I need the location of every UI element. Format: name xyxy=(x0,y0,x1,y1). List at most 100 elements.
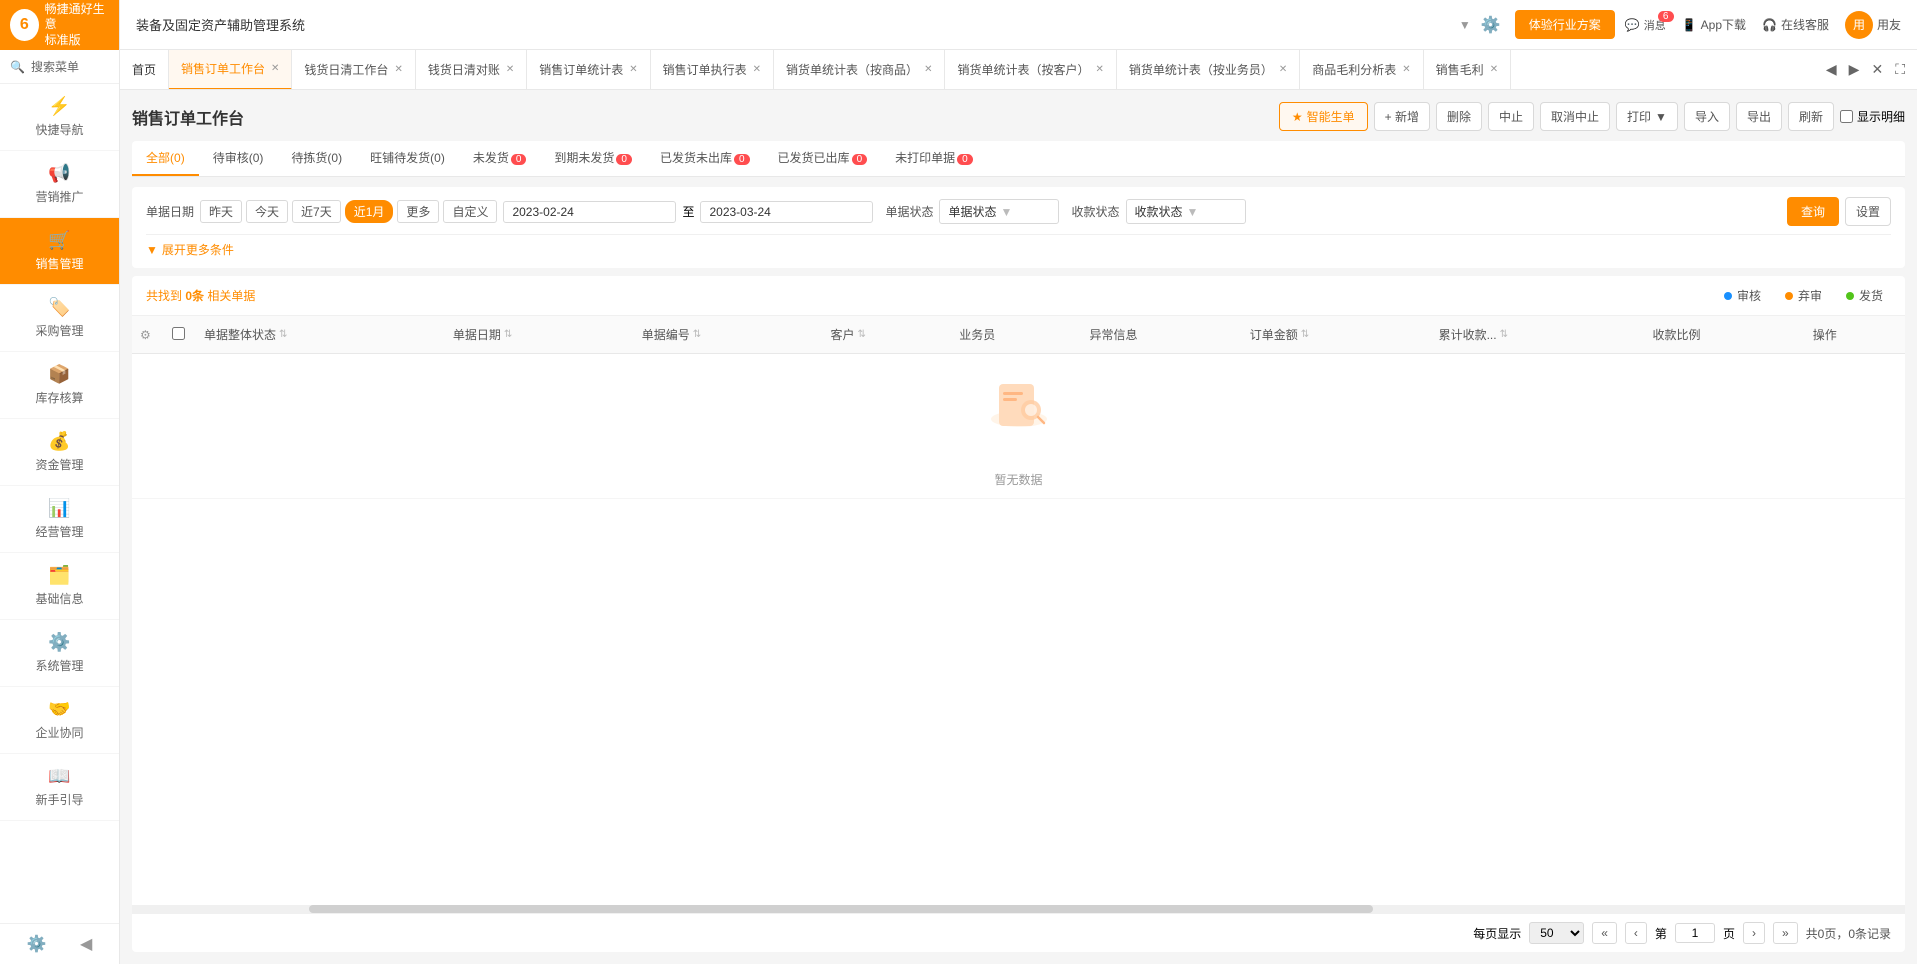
delete-button[interactable]: 删除 xyxy=(1436,102,1482,131)
scrollbar-thumb[interactable] xyxy=(309,905,1373,913)
tab-sales-more[interactable]: 销售毛利 ✕ xyxy=(1424,50,1511,90)
pause-button[interactable]: 中止 xyxy=(1488,102,1534,131)
filter-tab-not-printed[interactable]: 未打印单据0 xyxy=(881,141,987,176)
tab-sales-stats[interactable]: 销售订单统计表 ✕ xyxy=(527,50,650,90)
date-btn-today[interactable]: 今天 xyxy=(246,200,288,223)
tab-close-icon[interactable]: ✕ xyxy=(1490,64,1498,75)
sort-icon[interactable]: ⇅ xyxy=(1500,329,1508,340)
next-page-btn[interactable]: › xyxy=(1743,922,1765,944)
prev-page-btn[interactable]: ‹ xyxy=(1625,922,1647,944)
first-page-btn[interactable]: « xyxy=(1592,922,1617,944)
sidebar-nav-item-purchase[interactable]: 🏷️ 采购管理 xyxy=(0,285,119,352)
tab-close-all-btn[interactable]: ✕ xyxy=(1867,59,1887,80)
expand-btn[interactable]: ▼ 展开更多条件 xyxy=(146,241,1891,258)
scrollbar-track[interactable] xyxy=(132,905,1905,913)
date-btn-custom[interactable]: 自定义 xyxy=(443,200,497,223)
filter-tab-shipped-in[interactable]: 已发货未出库0 xyxy=(646,141,764,176)
per-page-select[interactable]: 50 100 200 xyxy=(1529,922,1584,944)
tab-cash-daily[interactable]: 钱货日清工作台 ✕ xyxy=(292,50,415,90)
filter-tab-not-shipped[interactable]: 未发货0 xyxy=(459,141,541,176)
app-download-item[interactable]: 📱 App下载 xyxy=(1682,16,1746,33)
tab-close-icon[interactable]: ✕ xyxy=(506,64,514,75)
tab-close-icon[interactable]: ✕ xyxy=(753,64,761,75)
sidebar-nav-item-basic-info[interactable]: 🗂️ 基础信息 xyxy=(0,553,119,620)
tab-close-icon[interactable]: ✕ xyxy=(394,64,402,75)
cancel-pause-button[interactable]: 取消中止 xyxy=(1540,102,1610,131)
table-scroll[interactable]: ⚙ 单据整体状态 ⇅ 单据日期 ⇅ xyxy=(132,316,1905,905)
tab-close-icon[interactable]: ✕ xyxy=(1095,64,1103,75)
payment-select[interactable]: 收款状态 ▼ xyxy=(1126,199,1246,224)
date-to-input[interactable] xyxy=(700,201,873,223)
tab-prev-btn[interactable]: ◀ xyxy=(1822,59,1841,80)
query-button[interactable]: 查询 xyxy=(1787,197,1839,226)
page-input[interactable] xyxy=(1675,923,1715,943)
tab-home[interactable]: 首页 xyxy=(120,50,169,90)
settings-button[interactable]: 设置 xyxy=(1845,197,1891,226)
tab-sales-staff[interactable]: 销货单统计表（按业务员） ✕ xyxy=(1117,50,1300,90)
sidebar-nav-item-finance[interactable]: 💰 资金管理 xyxy=(0,419,119,486)
select-all-checkbox[interactable] xyxy=(172,327,185,340)
tab-fullscreen-btn[interactable]: ⛶ xyxy=(1891,59,1909,80)
date-btn-more[interactable]: 更多 xyxy=(397,200,439,223)
sidebar-nav-item-sales[interactable]: 🛒 销售管理 xyxy=(0,218,119,285)
date-from-input[interactable] xyxy=(503,201,676,223)
filter-tab-all[interactable]: 全部(0) xyxy=(132,141,199,176)
col-checkbox[interactable] xyxy=(164,316,196,354)
sidebar-nav-item-marketing[interactable]: 📢 营销推广 xyxy=(0,151,119,218)
date-btn-7days[interactable]: 近7天 xyxy=(292,200,341,223)
add-button[interactable]: + 新增 xyxy=(1374,102,1430,131)
gear-icon[interactable]: ⚙️ xyxy=(1481,15,1501,35)
tab-close-icon[interactable]: ✕ xyxy=(924,64,932,75)
sort-icon[interactable]: ⇅ xyxy=(1301,329,1309,340)
sidebar-nav-item-quick-nav[interactable]: ⚡ 快捷导航 xyxy=(0,84,119,151)
sort-icon[interactable]: ⇅ xyxy=(693,329,701,340)
tab-next-btn[interactable]: ▶ xyxy=(1845,59,1864,80)
import-button[interactable]: 导入 xyxy=(1684,102,1730,131)
settings-footer-icon[interactable]: ⚙️ xyxy=(27,934,47,954)
smart-create-button[interactable]: ★ 智能生单 xyxy=(1279,102,1368,131)
date-btn-yesterday[interactable]: 昨天 xyxy=(200,200,242,223)
print-button[interactable]: 打印 ▼ xyxy=(1616,102,1678,131)
refresh-button[interactable]: 刷新 xyxy=(1788,102,1834,131)
cancel-review-btn[interactable]: 弃审 xyxy=(1777,284,1830,307)
message-item[interactable]: 💬 6 消息 xyxy=(1625,17,1666,33)
show-detail-label[interactable]: 显示明细 xyxy=(1840,108,1905,125)
sidebar-nav-item-operation[interactable]: 📊 经营管理 xyxy=(0,486,119,553)
tab-sales-product[interactable]: 销货单统计表（按商品） ✕ xyxy=(774,50,945,90)
sidebar-search[interactable]: 🔍 搜索菜单 xyxy=(0,50,119,84)
sidebar-nav-item-system[interactable]: ⚙️ 系统管理 xyxy=(0,620,119,687)
review-btn[interactable]: 审核 xyxy=(1716,284,1769,307)
tab-close-icon[interactable]: ✕ xyxy=(629,64,637,75)
tab-sales-customer[interactable]: 销货单统计表（按客户） ✕ xyxy=(945,50,1116,90)
export-button[interactable]: 导出 xyxy=(1736,102,1782,131)
filter-tab-pending-review[interactable]: 待审核(0) xyxy=(199,141,278,176)
tab-close-icon[interactable]: ✕ xyxy=(1402,64,1410,75)
online-service-item[interactable]: 🎧 在线客服 xyxy=(1762,16,1829,33)
filter-tab-overdue-ship[interactable]: 到期未发货0 xyxy=(540,141,646,176)
sidebar-nav-item-guide[interactable]: 📖 新手引导 xyxy=(0,754,119,821)
filter-tab-shipped-out[interactable]: 已发货已出库0 xyxy=(764,141,882,176)
chevron-down-icon[interactable]: ▼ xyxy=(1459,18,1471,32)
sidebar-nav-item-cooperation[interactable]: 🤝 企业协同 xyxy=(0,687,119,754)
last-page-btn[interactable]: » xyxy=(1773,922,1798,944)
tab-product-margin[interactable]: 商品毛利分析表 ✕ xyxy=(1300,50,1423,90)
status-select[interactable]: 单据状态 ▼ xyxy=(939,199,1059,224)
tab-sales-workbench[interactable]: 销售订单工作台 ✕ xyxy=(169,50,292,90)
tab-cash-reconcile[interactable]: 钱货日清对账 ✕ xyxy=(416,50,527,90)
sidebar-nav-item-inventory[interactable]: 📦 库存核算 xyxy=(0,352,119,419)
filter-tab-wangpu-ship[interactable]: 旺铺待发货(0) xyxy=(356,141,459,176)
exp-btn[interactable]: 体验行业方案 xyxy=(1515,10,1615,39)
ship-btn[interactable]: 发货 xyxy=(1838,284,1891,307)
date-btn-1month[interactable]: 近1月 xyxy=(345,200,394,223)
sort-icon[interactable]: ⇅ xyxy=(858,329,866,340)
tab-close-icon[interactable]: ✕ xyxy=(271,63,279,74)
tab-sales-execute[interactable]: 销售订单执行表 ✕ xyxy=(651,50,774,90)
tab-close-icon[interactable]: ✕ xyxy=(1279,64,1287,75)
sort-icon[interactable]: ⇅ xyxy=(504,329,512,340)
collapse-icon[interactable]: ◀ xyxy=(80,934,92,954)
filter-tab-pending-inspect[interactable]: 待拣货(0) xyxy=(277,141,356,176)
col-settings[interactable]: ⚙ xyxy=(132,316,164,354)
sort-icon[interactable]: ⇅ xyxy=(279,329,287,340)
show-detail-checkbox[interactable] xyxy=(1840,110,1853,123)
user-item[interactable]: 用 用友 xyxy=(1845,11,1901,39)
